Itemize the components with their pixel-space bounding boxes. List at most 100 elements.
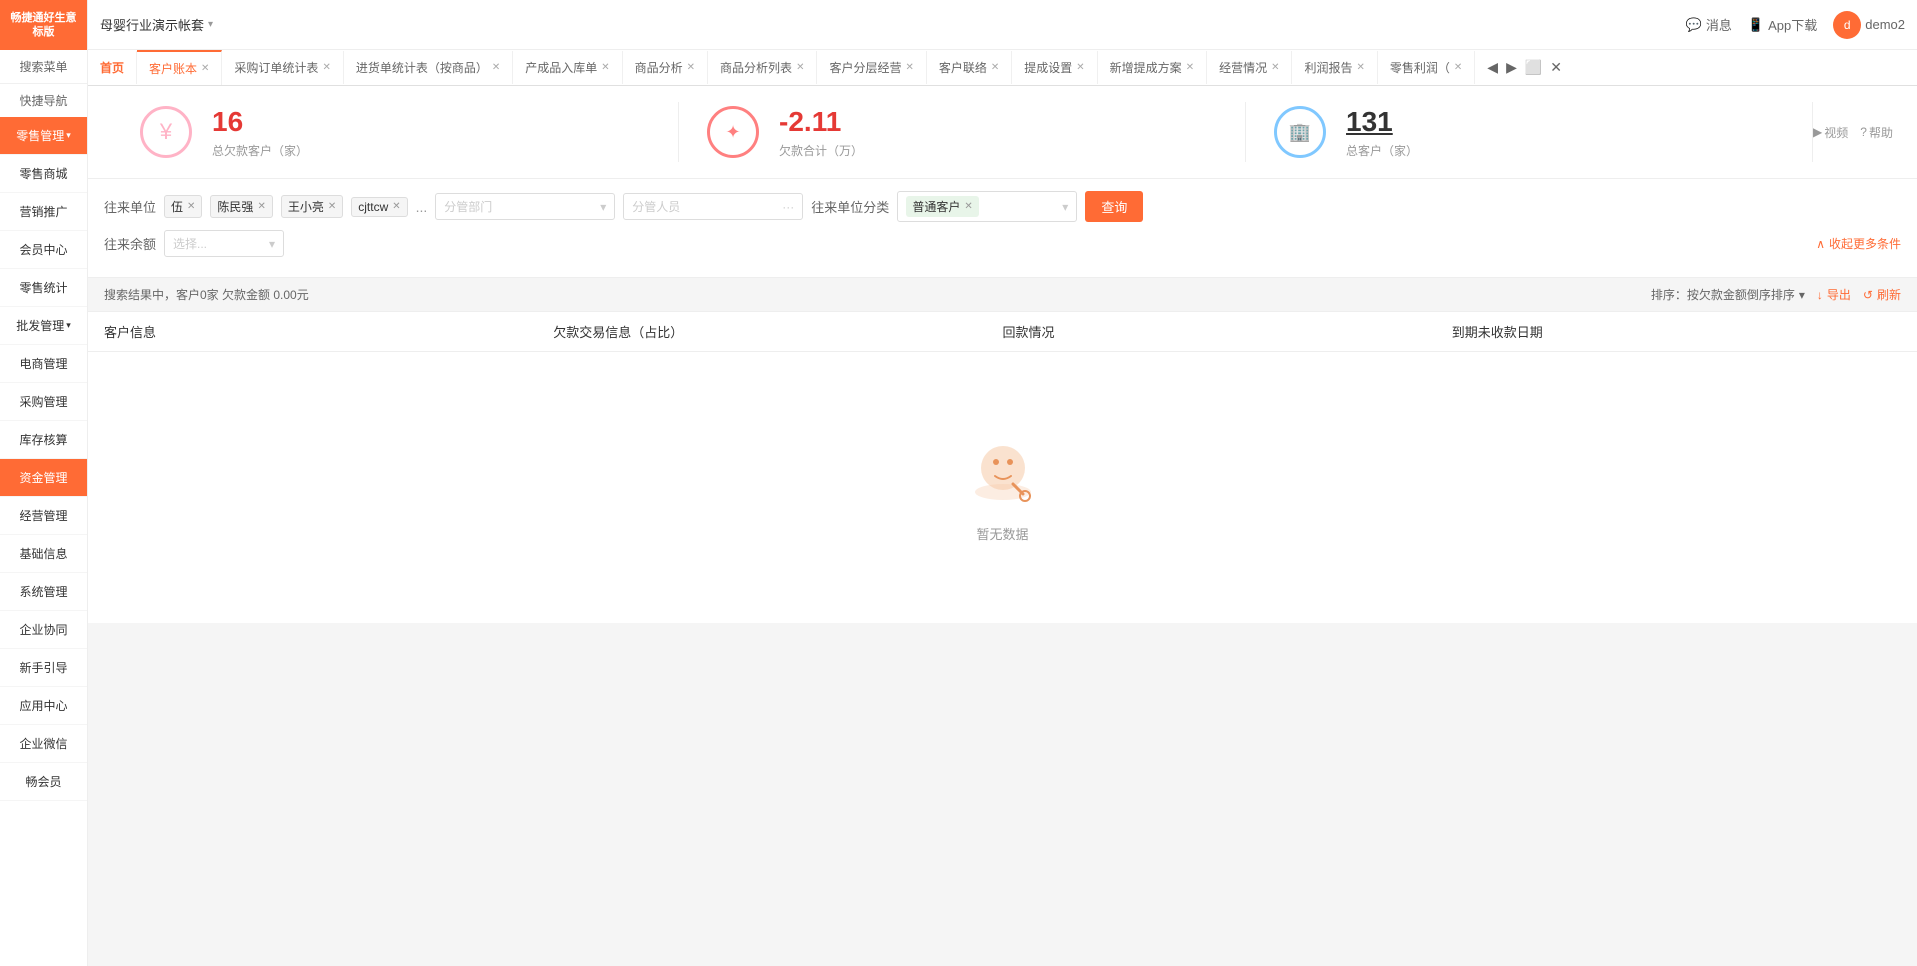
sidebar-item-enterprise[interactable]: 企业协同	[0, 611, 87, 649]
filter-tag-close-chen[interactable]: ✕	[257, 201, 265, 212]
filter-tag-close-wang[interactable]: ✕	[328, 201, 336, 212]
sidebar-item-purchase[interactable]: 采购管理	[0, 383, 87, 421]
tabs-close-all-btn[interactable]: ✕	[1546, 55, 1566, 80]
dept-select[interactable]: 分管部门 ▾	[435, 193, 615, 220]
summary-label-1: 总欠款客户（家）	[212, 142, 308, 159]
sidebar-item-ecommerce[interactable]: 电商管理	[0, 345, 87, 383]
filter-more-icon[interactable]: ...	[416, 199, 428, 215]
balance-select[interactable]: 选择... ▾	[164, 230, 284, 257]
sidebar-item-retail-stats[interactable]: 零售统计	[0, 269, 87, 307]
results-info: 搜索结果中，客户0家 欠款金额 0.00元	[104, 286, 309, 303]
sidebar-item-system[interactable]: 系统管理	[0, 573, 87, 611]
tab-purchase-order-stats[interactable]: 采购订单统计表 ✕	[222, 51, 343, 84]
summary-icon-1: ¥	[136, 102, 196, 162]
sort-label: 排序：按欠款金额倒序排序	[1651, 286, 1795, 303]
sidebar-item-app-center[interactable]: 应用中心	[0, 687, 87, 725]
tab-close-icon[interactable]: ✕	[687, 62, 695, 73]
chevron-up-icon: ∧	[1816, 237, 1825, 251]
tab-close-icon[interactable]: ✕	[492, 62, 500, 73]
message-btn[interactable]: 💬 消息	[1686, 15, 1732, 34]
unit-class-select[interactable]: 普通客户 ✕ ▾	[897, 191, 1077, 222]
person-select[interactable]: 分管人员 ···	[623, 193, 803, 220]
sidebar-item-wechat[interactable]: 企业微信	[0, 725, 87, 763]
account-selector[interactable]: 母婴行业演示帐套 ▾	[100, 15, 213, 34]
sidebar-item-member[interactable]: 会员中心	[0, 231, 87, 269]
tab-goods-inbound-stats[interactable]: 进货单统计表（按商品） ✕	[344, 51, 513, 84]
help-label: 帮助	[1869, 124, 1893, 141]
tab-close-icon[interactable]: ✕	[1357, 62, 1365, 73]
tab-label: 零售利润（	[1390, 59, 1450, 76]
tab-operations[interactable]: 经营情况 ✕	[1207, 51, 1292, 84]
building-icon: 🏢	[1274, 106, 1326, 158]
tab-new-commission[interactable]: 新增提成方案 ✕	[1098, 51, 1207, 84]
tab-label: 商品分析列表	[720, 59, 792, 76]
sidebar-item-retail-mall[interactable]: 零售商城	[0, 155, 87, 193]
tab-close-icon[interactable]: ✕	[322, 62, 330, 73]
tab-close-icon[interactable]: ✕	[1076, 62, 1084, 73]
tab-close-icon[interactable]: ✕	[601, 62, 609, 73]
sidebar-item-member2[interactable]: 畅会员	[0, 763, 87, 801]
col-header-2: 回款情况	[1003, 322, 1452, 341]
tab-close-icon[interactable]: ✕	[1454, 62, 1462, 73]
sidebar-item-label: 企业微信	[19, 737, 67, 751]
video-btn[interactable]: ▶ 视频	[1813, 124, 1848, 141]
tabs-prev-btn[interactable]: ◀	[1483, 55, 1502, 80]
summary-info-1: 16 总欠款客户（家）	[212, 106, 308, 159]
summary-card-3: 🏢 131 总客户（家）	[1246, 102, 1813, 162]
refresh-icon: ↺	[1863, 288, 1873, 302]
tab-close-icon[interactable]: ✕	[201, 63, 209, 74]
empty-icon	[963, 432, 1043, 512]
filter-tag-close-cj[interactable]: ✕	[392, 201, 400, 212]
tab-production-inbound[interactable]: 产成品入库单 ✕	[513, 51, 622, 84]
filter-tag-close-wu[interactable]: ✕	[187, 201, 195, 212]
tab-goods-analysis-list[interactable]: 商品分析列表 ✕	[708, 51, 817, 84]
sidebar-item-finance[interactable]: 资金管理	[0, 459, 87, 497]
sidebar-item-label: 采购管理	[19, 395, 67, 409]
sidebar-item-inventory[interactable]: 库存核算	[0, 421, 87, 459]
tab-close-icon[interactable]: ✕	[905, 62, 913, 73]
sidebar-item-basic-info[interactable]: 基础信息	[0, 535, 87, 573]
content-area: ¥ 16 总欠款客户（家） ✦ -2.11 欠款合计（万）	[88, 86, 1917, 966]
tabs-next-btn[interactable]: ▶	[1502, 55, 1521, 80]
chevron-down-icon: ▾	[600, 200, 606, 214]
tab-close-icon[interactable]: ✕	[991, 62, 999, 73]
help-btn[interactable]: ? 帮助	[1860, 124, 1893, 141]
quick-nav[interactable]: 快捷导航	[0, 84, 87, 117]
sidebar-item-label: 电商管理	[19, 357, 67, 371]
sidebar-item-wholesale[interactable]: 批发管理 ▾	[0, 307, 87, 345]
query-button[interactable]: 查询	[1085, 191, 1143, 222]
tab-close-icon[interactable]: ✕	[1186, 62, 1194, 73]
tab-customer-contact[interactable]: 客户联络 ✕	[927, 51, 1012, 84]
sidebar-item-newbie[interactable]: 新手引导	[0, 649, 87, 687]
tab-close-icon[interactable]: ✕	[796, 62, 804, 73]
summary-actions: ▶ 视频 ? 帮助	[1813, 124, 1893, 141]
sidebar-item-operations[interactable]: 经营管理	[0, 497, 87, 535]
tab-customer-tier[interactable]: 客户分层经营 ✕	[817, 51, 926, 84]
summary-card-2: ✦ -2.11 欠款合计（万）	[679, 102, 1246, 162]
tab-profit-report[interactable]: 利润报告 ✕	[1292, 51, 1377, 84]
tabs-menu-btn[interactable]: ⬜	[1521, 55, 1546, 80]
sidebar-item-retail[interactable]: 零售管理 ▾	[0, 117, 87, 155]
sidebar-search[interactable]: 搜索菜单	[0, 50, 87, 84]
filter-area: 往来单位 伍 ✕ 陈民强 ✕ 王小亮 ✕ cjttcw ✕ ...	[88, 179, 1917, 278]
topbar-left: 母婴行业演示帐套 ▾	[100, 15, 213, 34]
filter-tag-close-normal[interactable]: ✕	[964, 201, 972, 212]
refresh-btn[interactable]: ↺ 刷新	[1863, 286, 1901, 303]
tab-label: 客户分层经营	[829, 59, 901, 76]
tab-close-icon[interactable]: ✕	[1271, 62, 1279, 73]
chevron-down-icon: ▾	[1062, 200, 1068, 214]
collapse-btn[interactable]: ∧ 收起更多条件	[1816, 235, 1901, 252]
tab-retail-profit[interactable]: 零售利润（ ✕	[1378, 51, 1475, 84]
tab-home[interactable]: 首页	[88, 51, 137, 84]
tab-commission-setting[interactable]: 提成设置 ✕	[1012, 51, 1097, 84]
app-download-btn[interactable]: 📱 App下载	[1748, 15, 1817, 34]
tab-customer-account[interactable]: 客户账本 ✕	[137, 50, 222, 85]
user-menu[interactable]: d demo2	[1833, 11, 1905, 39]
tab-goods-analysis[interactable]: 商品分析 ✕	[623, 51, 708, 84]
dept-placeholder: 分管部门	[444, 198, 492, 215]
export-btn[interactable]: ↓ 导出	[1817, 286, 1851, 303]
sidebar-item-marketing[interactable]: 营销推广	[0, 193, 87, 231]
sort-dropdown[interactable]: 排序：按欠款金额倒序排序 ▾	[1651, 286, 1805, 303]
sidebar-item-label: 基础信息	[19, 547, 67, 561]
main-area: 母婴行业演示帐套 ▾ 💬 消息 📱 App下载 d demo2 首页 客户账本	[88, 0, 1917, 966]
